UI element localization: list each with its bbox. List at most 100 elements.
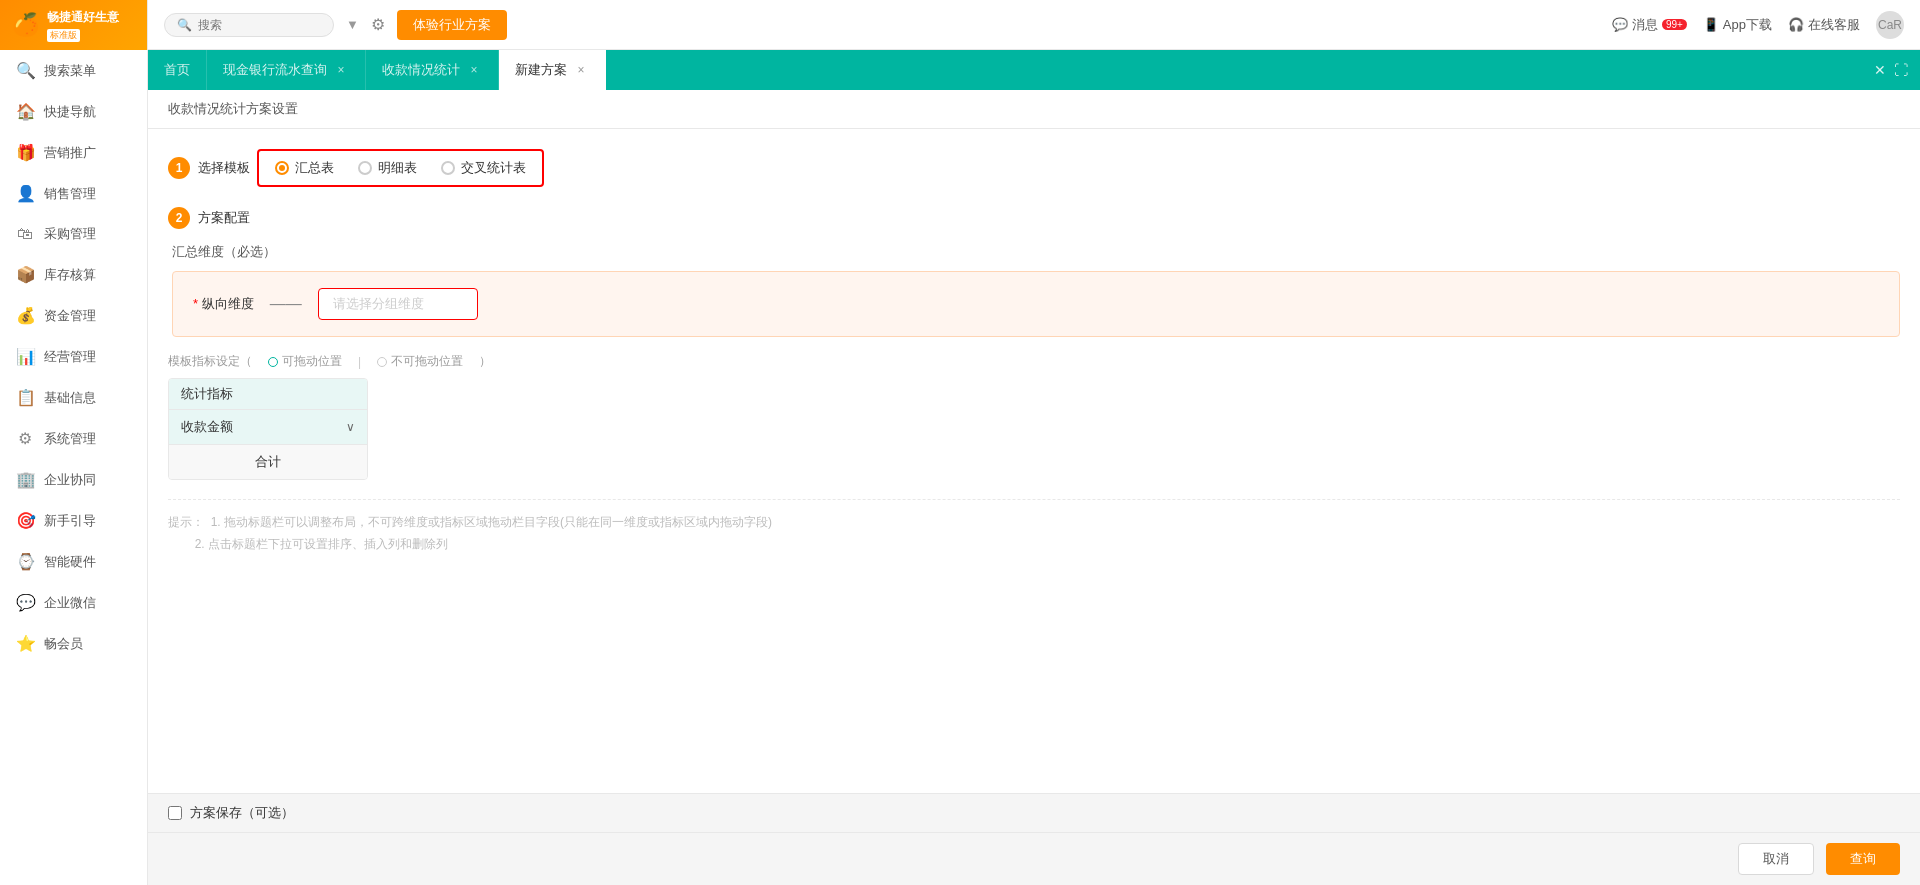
radio-cross-dot	[441, 161, 455, 175]
expand-icon[interactable]: ⛶	[1894, 62, 1908, 78]
sidebar-item-basic-info[interactable]: 📋 基础信息	[0, 377, 147, 418]
sidebar-item-marketing[interactable]: 🎁 营销推广	[0, 132, 147, 173]
tab-cash-bank[interactable]: 现金银行流水查询 ×	[207, 50, 366, 90]
sidebar-item-sales[interactable]: 👤 销售管理	[0, 173, 147, 214]
metrics-cell-revenue[interactable]: 收款金额 ∨	[169, 410, 367, 444]
dimension-area: * 纵向维度 —— 请选择分组维度	[172, 271, 1900, 337]
gear-icon: ⚙	[16, 429, 34, 448]
step1-number: 1	[176, 161, 183, 175]
tab-receipt-stats-close-icon[interactable]: ×	[466, 62, 482, 78]
download-btn[interactable]: 📱 App下载	[1703, 16, 1772, 34]
notification-btn[interactable]: 💬 消息 99+	[1612, 16, 1687, 34]
settings-icon[interactable]: ⚙	[371, 15, 385, 34]
radio-cross-label: 交叉统计表	[461, 159, 526, 177]
step2-number: 2	[176, 211, 183, 225]
sidebar-item-enterprise-wechat[interactable]: 💬 企业微信	[0, 582, 147, 623]
tab-receipt-stats[interactable]: 收款情况统计 ×	[366, 50, 499, 90]
download-icon: 📱	[1703, 17, 1719, 32]
tabbar-end: ✕ ⛶	[1862, 50, 1920, 90]
tip-text-2: 2. 点击标题栏下拉可设置排序、插入列和删除列	[168, 534, 1900, 556]
step1-title: 选择模板	[198, 159, 250, 177]
vertical-dimension-label: * 纵向维度	[193, 295, 254, 313]
main-content: 🔍 ▼ ⚙ 体验行业方案 💬 消息 99+ 📱 App下载 🎧 在线客服 CaR	[148, 0, 1920, 885]
metrics-label-suffix: ）	[479, 353, 491, 370]
sidebar-item-smart-hw[interactable]: ⌚ 智能硬件	[0, 541, 147, 582]
cancel-button[interactable]: 取消	[1738, 843, 1814, 875]
sidebar-item-label: 库存核算	[44, 266, 96, 284]
metrics-section: 模板指标设定（ 可拖动位置 | 不可拖动位置 ）	[168, 353, 1900, 483]
sidebar-item-guide[interactable]: 🎯 新手引导	[0, 500, 147, 541]
save-checkbox[interactable]	[168, 806, 182, 820]
query-button[interactable]: 查询	[1826, 843, 1900, 875]
chevron-down-icon[interactable]: ∨	[346, 420, 355, 434]
step1-section: 1 选择模板 汇总表 明细表	[168, 149, 1900, 187]
no-drag-dot-icon	[377, 357, 387, 367]
tips-area: 提示： 1. 拖动标题栏可以调整布局，不可跨维度或指标区域拖动栏目字段(只能在同…	[168, 499, 1900, 555]
building-icon: 🏢	[16, 470, 34, 489]
search-box[interactable]: 🔍	[164, 13, 334, 37]
bag-icon: 🛍	[16, 225, 34, 243]
tab-home[interactable]: 首页	[148, 50, 207, 90]
metrics-cell-label: 收款金额	[181, 418, 233, 436]
sidebar-item-label: 智能硬件	[44, 553, 96, 571]
content-area: 收款情况统计方案设置 1 选择模板 汇总表	[148, 90, 1920, 885]
sidebar-item-search-menu[interactable]: 🔍 搜索菜单	[0, 50, 147, 91]
radio-detail-label: 明细表	[378, 159, 417, 177]
draggable-indicator: 可拖动位置	[268, 353, 342, 370]
metrics-label: 模板指标设定（	[168, 353, 252, 370]
search-icon: 🔍	[16, 61, 34, 80]
download-label: App下载	[1723, 16, 1772, 34]
sidebar-item-quick-nav[interactable]: 🏠 快捷导航	[0, 91, 147, 132]
sidebar-item-capital[interactable]: 💰 资金管理	[0, 295, 147, 336]
metrics-table: 统计指标 收款金额 ∨ 合计	[168, 378, 368, 480]
radio-summary-label: 汇总表	[295, 159, 334, 177]
chart-icon: 📊	[16, 347, 34, 366]
tab-new-plan-close-icon[interactable]: ×	[573, 62, 589, 78]
sidebar-item-label: 营销推广	[44, 144, 96, 162]
dimension-input[interactable]: 请选择分组维度	[318, 288, 478, 320]
sidebar-item-operations[interactable]: 📊 经营管理	[0, 336, 147, 377]
topbar-right: 💬 消息 99+ 📱 App下载 🎧 在线客服 CaR	[1612, 11, 1904, 39]
radio-summary[interactable]: 汇总表	[275, 159, 334, 177]
user-avatar[interactable]: CaR	[1876, 11, 1904, 39]
search-icon: 🔍	[177, 18, 192, 32]
industry-btn[interactable]: 体验行业方案	[397, 10, 507, 40]
step2-section: 2 方案配置 汇总维度（必选） * 纵向维度 ——	[168, 207, 1900, 555]
radio-cross[interactable]: 交叉统计表	[441, 159, 526, 177]
dimension-placeholder: 请选择分组维度	[333, 295, 424, 313]
search-dropdown-icon[interactable]: ▼	[346, 17, 359, 32]
sidebar-item-member[interactable]: ⭐ 畅会员	[0, 623, 147, 664]
sidebar-item-system[interactable]: ⚙ 系统管理	[0, 418, 147, 459]
support-btn[interactable]: 🎧 在线客服	[1788, 16, 1860, 34]
tip-text-1: 提示： 1. 拖动标题栏可以调整布局，不可跨维度或指标区域拖动栏目字段(只能在同…	[168, 512, 1900, 534]
radio-summary-dot	[275, 161, 289, 175]
sidebar-item-label: 新手引导	[44, 512, 96, 530]
support-icon: 🎧	[1788, 17, 1804, 32]
search-input[interactable]	[198, 18, 328, 32]
footer: 取消 查询	[148, 832, 1920, 885]
sidebar-item-label: 销售管理	[44, 185, 96, 203]
notification-badge: 99+	[1662, 19, 1687, 30]
close-all-icon[interactable]: ✕	[1874, 62, 1886, 78]
chat-icon: 💬	[16, 593, 34, 612]
radio-detail[interactable]: 明细表	[358, 159, 417, 177]
sidebar-item-label: 搜索菜单	[44, 62, 96, 80]
metrics-total: 合计	[169, 444, 367, 479]
logo-badge: 标准版	[47, 29, 80, 42]
topbar: 🔍 ▼ ⚙ 体验行业方案 💬 消息 99+ 📱 App下载 🎧 在线客服 CaR	[148, 0, 1920, 50]
sidebar-logo: 🍊 畅捷通好生意 标准版	[0, 0, 147, 50]
dimension-section-label: 汇总维度（必选）	[172, 243, 1900, 261]
sidebar-item-purchase[interactable]: 🛍 采购管理	[0, 214, 147, 254]
sidebar-item-label: 基础信息	[44, 389, 96, 407]
gift-icon: 🎁	[16, 143, 34, 162]
step1-header: 1 选择模板 汇总表 明细表	[168, 149, 1900, 187]
tab-new-plan[interactable]: 新建方案 ×	[499, 50, 606, 90]
step2-title: 方案配置	[198, 209, 250, 227]
step1-circle: 1	[168, 157, 190, 179]
sidebar-item-inventory[interactable]: 📦 库存核算	[0, 254, 147, 295]
sidebar-item-enterprise-coop[interactable]: 🏢 企业协同	[0, 459, 147, 500]
sidebar-item-label: 经营管理	[44, 348, 96, 366]
sidebar-item-label: 采购管理	[44, 225, 96, 243]
metrics-table-header: 统计指标	[169, 379, 367, 410]
tab-cash-bank-close-icon[interactable]: ×	[333, 62, 349, 78]
